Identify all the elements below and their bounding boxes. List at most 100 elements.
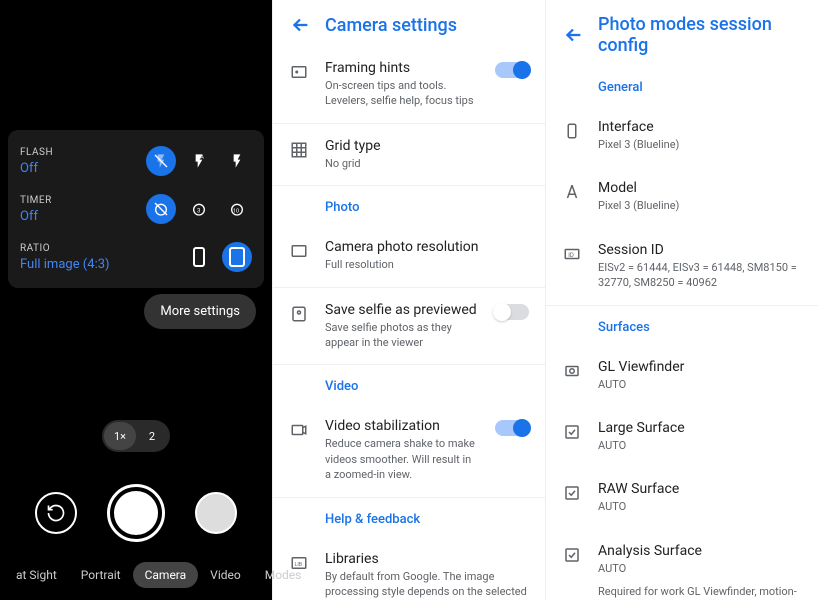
- mode-tabs: at Sight Portrait Camera Video Modes: [0, 562, 272, 588]
- config-large-surface[interactable]: Large Surface AUTO: [546, 406, 818, 467]
- config-header: Photo modes session config: [546, 0, 818, 66]
- setting-libraries[interactable]: LIB Libraries By default from Google. Th…: [273, 537, 545, 600]
- svg-text:ID: ID: [568, 252, 574, 259]
- config-raw-surface[interactable]: RAW Surface AUTO: [546, 467, 818, 528]
- gl-viewfinder-label: GL Viewfinder: [598, 359, 802, 375]
- flash-auto-icon[interactable]: A: [184, 146, 214, 176]
- resolution-icon: [289, 241, 309, 261]
- svg-text:10: 10: [233, 208, 239, 214]
- camera-settings-panel: Camera settings Framing hints On-screen …: [272, 0, 545, 600]
- stabilization-label: Video stabilization: [325, 418, 479, 434]
- libraries-sub: By default from Google. The image proces…: [325, 569, 529, 600]
- large-surface-label: Large Surface: [598, 420, 802, 436]
- stabilization-toggle[interactable]: [495, 420, 529, 436]
- settings-title: Camera settings: [325, 15, 457, 36]
- back-arrow-icon[interactable]: [562, 24, 584, 46]
- config-session-id[interactable]: ID Session ID EISv2 = 61444, EISv3 = 614…: [546, 228, 818, 306]
- settings-header: Camera settings: [273, 0, 545, 46]
- photo-section-header: Photo: [273, 186, 545, 225]
- more-settings-button[interactable]: More settings: [144, 294, 256, 329]
- selfie-label: Save selfie as previewed: [325, 302, 479, 318]
- timer-setting-row[interactable]: TIMER Off 3 10: [20, 194, 252, 224]
- setting-photo-resolution[interactable]: Camera photo resolution Full resolution: [273, 225, 545, 287]
- setting-grid-type[interactable]: Grid type No grid: [273, 124, 545, 186]
- interface-label: Interface: [598, 119, 802, 135]
- back-arrow-icon[interactable]: [289, 14, 311, 36]
- model-label: Model: [598, 180, 802, 196]
- general-section-header: General: [546, 66, 818, 105]
- setting-framing-hints[interactable]: Framing hints On-screen tips and tools. …: [273, 46, 545, 124]
- svg-text:3: 3: [197, 207, 200, 214]
- framing-hints-label: Framing hints: [325, 60, 479, 76]
- config-title: Photo modes session config: [598, 14, 802, 56]
- setting-save-selfie[interactable]: Save selfie as previewed Save selfie pho…: [273, 288, 545, 366]
- selfie-icon: [289, 304, 309, 324]
- gl-viewfinder-sub: AUTO: [598, 377, 802, 392]
- viewfinder-icon: [562, 361, 582, 381]
- help-section-header: Help & feedback: [273, 498, 545, 537]
- model-sub: Pixel 3 (Blueline): [598, 198, 802, 213]
- stabilization-icon: [289, 420, 309, 440]
- gallery-thumbnail[interactable]: [195, 492, 237, 534]
- analysis-surface-sub: AUTO: [598, 561, 802, 576]
- quick-settings-panel: FLASH Off A TIMER Off 3 10 RATIO: [8, 130, 264, 288]
- mode-camera[interactable]: Camera: [133, 562, 199, 588]
- timer-10s-icon[interactable]: 10: [222, 194, 252, 224]
- ratio-label: RATIO: [20, 243, 110, 254]
- setting-video-stabilization[interactable]: Video stabilization Reduce camera shake …: [273, 404, 545, 497]
- analysis-surface-extra: Required for work GL Viewfinder, motion-…: [598, 584, 802, 600]
- raw-surface-label: RAW Surface: [598, 481, 802, 497]
- grid-label: Grid type: [325, 138, 529, 154]
- timer-value: Off: [20, 209, 52, 224]
- check-square-icon: [562, 545, 582, 565]
- large-surface-sub: AUTO: [598, 438, 802, 453]
- surfaces-section-header: Surfaces: [546, 306, 818, 345]
- session-config-panel: Photo modes session config General Inter…: [545, 0, 818, 600]
- flash-on-icon[interactable]: [222, 146, 252, 176]
- timer-label: TIMER: [20, 195, 52, 206]
- framing-hints-icon: [289, 62, 309, 82]
- raw-surface-sub: AUTO: [598, 499, 802, 514]
- analysis-surface-label: Analysis Surface: [598, 543, 802, 559]
- zoom-controls: 1× 2: [102, 420, 170, 452]
- ratio-tall-icon[interactable]: [184, 242, 214, 272]
- compass-icon: [562, 182, 582, 202]
- mode-night-sight[interactable]: at Sight: [4, 562, 69, 588]
- session-id-sub: EISv2 = 61444, EISv3 = 61448, SM8150 = 3…: [598, 260, 802, 291]
- phone-icon: [562, 121, 582, 141]
- mode-portrait[interactable]: Portrait: [69, 562, 133, 588]
- check-square-icon: [562, 422, 582, 442]
- libraries-label: Libraries: [325, 551, 529, 567]
- resolution-sub: Full resolution: [325, 257, 529, 272]
- camera-viewfinder: FLASH Off A TIMER Off 3 10 RATIO: [0, 0, 272, 600]
- framing-hints-toggle[interactable]: [495, 62, 529, 78]
- config-interface[interactable]: Interface Pixel 3 (Blueline): [546, 105, 818, 166]
- camera-controls: [0, 484, 272, 542]
- flash-off-icon[interactable]: [146, 146, 176, 176]
- grid-sub: No grid: [325, 156, 529, 171]
- svg-text:A: A: [200, 154, 204, 160]
- selfie-sub: Save selfie photos as they appear in the…: [325, 320, 479, 351]
- ratio-full-icon[interactable]: [222, 242, 252, 272]
- timer-3s-icon[interactable]: 3: [184, 194, 214, 224]
- mode-modes[interactable]: Modes: [253, 562, 314, 588]
- mode-video[interactable]: Video: [198, 562, 253, 588]
- config-gl-viewfinder[interactable]: GL Viewfinder AUTO: [546, 345, 818, 406]
- zoom-1x[interactable]: 1×: [104, 422, 136, 450]
- selfie-toggle[interactable]: [495, 304, 529, 320]
- resolution-label: Camera photo resolution: [325, 239, 529, 255]
- config-model[interactable]: Model Pixel 3 (Blueline): [546, 166, 818, 227]
- stabilization-sub: Reduce camera shake to make videos smoot…: [325, 436, 479, 482]
- flash-label: FLASH: [20, 147, 53, 158]
- zoom-2x[interactable]: 2: [136, 422, 168, 450]
- config-analysis-surface[interactable]: Analysis Surface AUTO Required for work …: [546, 529, 818, 600]
- check-square-icon: [562, 483, 582, 503]
- flash-setting-row[interactable]: FLASH Off A: [20, 146, 252, 176]
- id-icon: ID: [562, 244, 582, 264]
- shutter-button[interactable]: [107, 484, 165, 542]
- grid-icon: [289, 140, 309, 160]
- video-section-header: Video: [273, 365, 545, 404]
- camera-flip-button[interactable]: [35, 492, 77, 534]
- ratio-setting-row[interactable]: RATIO Full image (4:3): [20, 242, 252, 272]
- timer-off-icon[interactable]: [146, 194, 176, 224]
